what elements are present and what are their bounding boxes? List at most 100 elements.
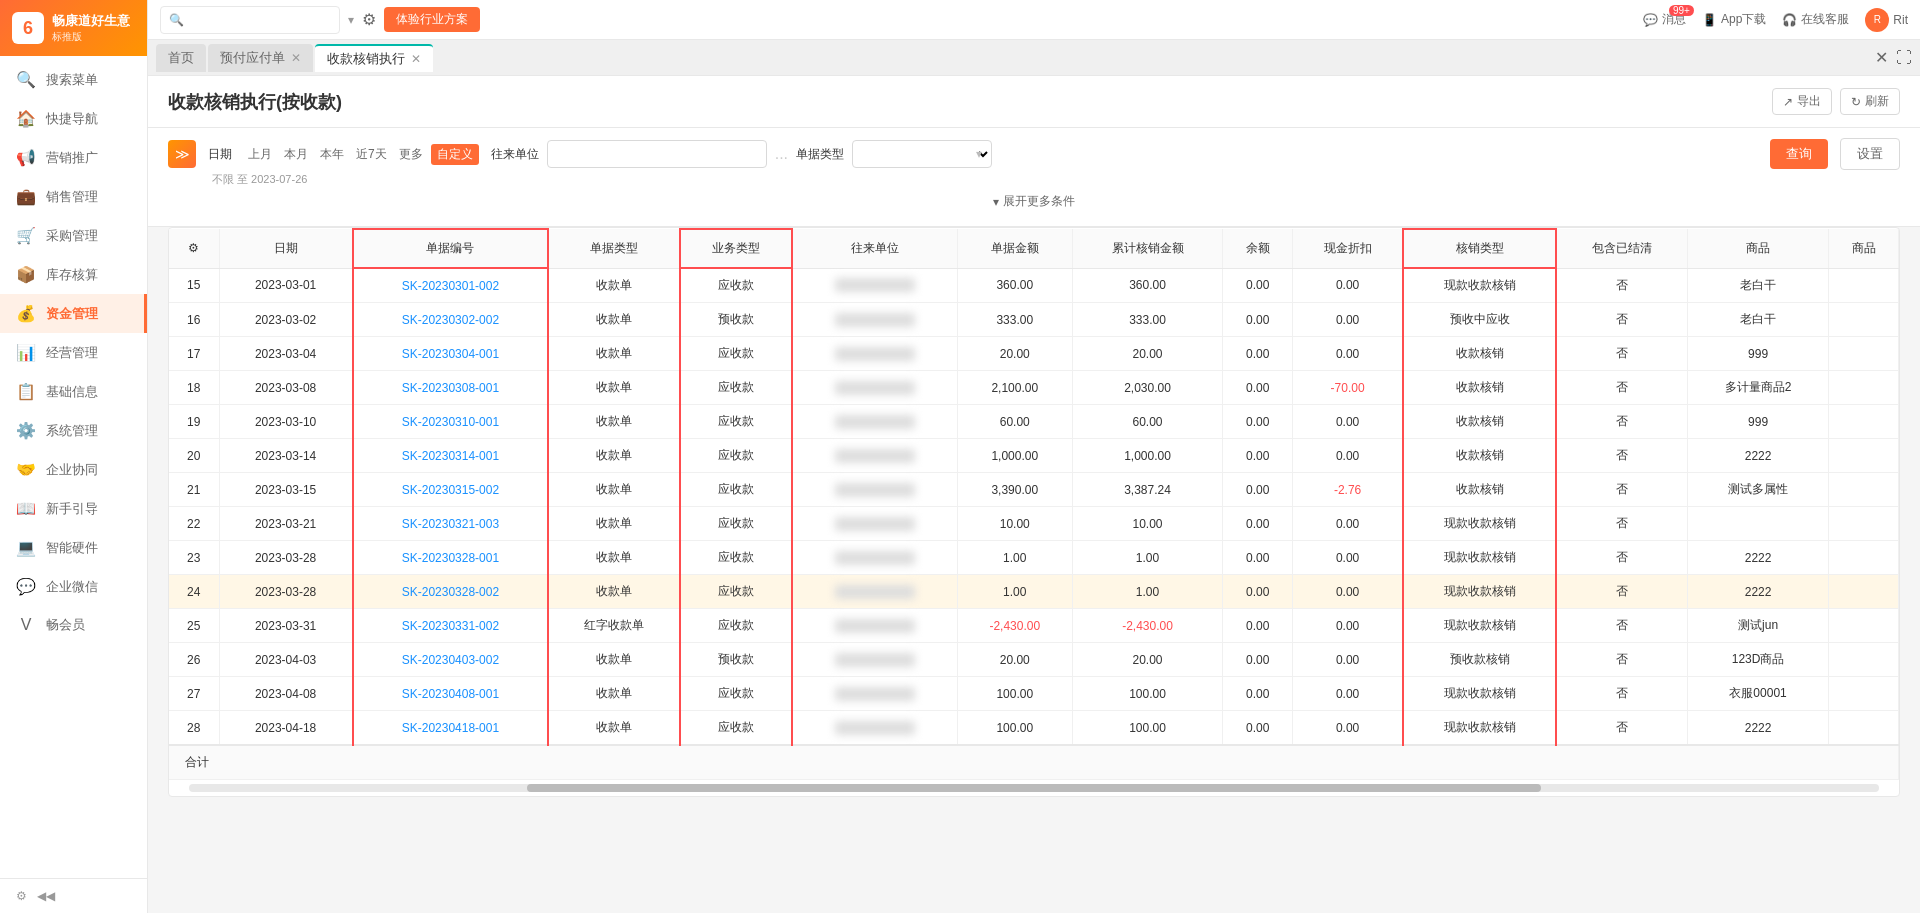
- sidebar-item-member[interactable]: V畅会员: [0, 606, 147, 644]
- refresh-btn[interactable]: ↻ 刷新: [1840, 88, 1900, 115]
- export-icon: ↗: [1783, 95, 1793, 109]
- topbar-gear-icon[interactable]: ⚙: [362, 10, 376, 29]
- hardware-icon: 💻: [16, 538, 36, 557]
- query-btn[interactable]: 查询: [1770, 139, 1828, 169]
- bill-no-link[interactable]: SK-20230314-001: [402, 449, 499, 463]
- table-scrollbar[interactable]: [189, 784, 1879, 792]
- date-btn-7days[interactable]: 近7天: [352, 144, 391, 165]
- cell-accumulated: 100.00: [1072, 677, 1223, 711]
- sidebar-item-sales[interactable]: 💼销售管理: [0, 177, 147, 216]
- shortcut-icon: 🏠: [16, 109, 36, 128]
- basic-icon: 📋: [16, 382, 36, 401]
- col-header-partner: 往来单位: [792, 229, 957, 268]
- cell-goods2: [1829, 303, 1899, 337]
- settings-icon[interactable]: ⚙: [16, 889, 27, 903]
- cell-bill-type: 收款单: [548, 303, 680, 337]
- cell-biz-type: 应收款: [680, 541, 792, 575]
- bill-no-link[interactable]: SK-20230321-003: [402, 517, 499, 531]
- cell-cancel-type: 收款核销: [1403, 371, 1555, 405]
- cell-balance: 0.00: [1223, 507, 1292, 541]
- cell-include-settled: 否: [1556, 575, 1687, 609]
- sidebar-item-finance[interactable]: 💰资金管理: [0, 294, 147, 333]
- cell-balance: 0.00: [1223, 677, 1292, 711]
- sidebar-item-search[interactable]: 🔍搜索菜单: [0, 60, 147, 99]
- bill-no-link[interactable]: SK-20230328-002: [402, 585, 499, 599]
- tab-fullscreen-btn[interactable]: ⛶: [1896, 49, 1912, 67]
- sidebar-item-hardware[interactable]: 💻智能硬件: [0, 528, 147, 567]
- bill-no-link[interactable]: SK-20230403-002: [402, 653, 499, 667]
- bill-no-link[interactable]: SK-20230301-002: [402, 279, 499, 293]
- cell-date: 2023-03-08: [219, 371, 353, 405]
- bill-no-link[interactable]: SK-20230408-001: [402, 687, 499, 701]
- collapse-icon[interactable]: ◀◀: [37, 889, 55, 903]
- date-btn-last-month[interactable]: 上月: [244, 144, 276, 165]
- bill-type-select[interactable]: [852, 140, 992, 168]
- app-download-item[interactable]: 📱 App下载: [1702, 11, 1766, 28]
- settings-filter-btn[interactable]: 设置: [1840, 138, 1900, 170]
- cell-amount: 2,100.00: [957, 371, 1072, 405]
- sidebar-bottom[interactable]: ⚙ ◀◀: [0, 878, 147, 913]
- industry-btn[interactable]: 体验行业方案: [384, 7, 480, 32]
- tab-prepay-label: 预付应付单: [220, 49, 285, 67]
- export-btn[interactable]: ↗ 导出: [1772, 88, 1832, 115]
- sidebar-item-inventory[interactable]: 📦库存核算: [0, 255, 147, 294]
- topbar-dropdown-icon[interactable]: ▾: [348, 13, 354, 27]
- sidebar-item-wechat[interactable]: 💬企业微信: [0, 567, 147, 606]
- expand-btn[interactable]: ▾ 展开更多条件: [993, 193, 1075, 210]
- cell-amount: 20.00: [957, 337, 1072, 371]
- date-btn-this-year[interactable]: 本年: [316, 144, 348, 165]
- bill-no-link[interactable]: SK-20230302-002: [402, 313, 499, 327]
- bill-no-link[interactable]: SK-20230315-002: [402, 483, 499, 497]
- col-header-cancel-type: 核销类型: [1403, 229, 1555, 268]
- sidebar-item-enterprise[interactable]: 🤝企业协同: [0, 450, 147, 489]
- online-service-item[interactable]: 🎧 在线客服: [1782, 11, 1849, 28]
- date-quick-btns: 上月 本月 本年 近7天 更多 自定义: [244, 144, 479, 165]
- cell-date: 2023-03-31: [219, 609, 353, 643]
- user-item[interactable]: R Rit: [1865, 8, 1908, 32]
- cell-no: 23: [169, 541, 219, 575]
- cell-balance: 0.00: [1223, 268, 1292, 303]
- filter-toggle-btn[interactable]: ≫: [168, 140, 196, 168]
- sidebar-item-shortcut[interactable]: 🏠快捷导航: [0, 99, 147, 138]
- cell-cash-discount: 0.00: [1292, 609, 1403, 643]
- bill-no-link[interactable]: SK-20230331-002: [402, 619, 499, 633]
- bill-no-link[interactable]: SK-20230304-001: [402, 347, 499, 361]
- sidebar-item-system[interactable]: ⚙️系统管理: [0, 411, 147, 450]
- col-header-settings[interactable]: ⚙: [169, 229, 219, 268]
- cell-amount: 333.00: [957, 303, 1072, 337]
- sidebar: 6 畅康道好生意 标推版 🔍搜索菜单🏠快捷导航📢营销推广💼销售管理🛒采购管理📦库…: [0, 0, 148, 913]
- col-header-bill-no: 单据编号: [353, 229, 549, 268]
- col-settings-icon[interactable]: ⚙: [188, 241, 199, 255]
- sidebar-item-purchase[interactable]: 🛒采购管理: [0, 216, 147, 255]
- bill-no-link[interactable]: SK-20230310-001: [402, 415, 499, 429]
- date-filter-label: 日期: [208, 146, 232, 163]
- sidebar-item-guide[interactable]: 📖新手引导: [0, 489, 147, 528]
- topbar-search[interactable]: 🔍: [160, 6, 340, 34]
- bill-no-link[interactable]: SK-20230328-001: [402, 551, 499, 565]
- bill-no-link[interactable]: SK-20230308-001: [402, 381, 499, 395]
- tab-prepay[interactable]: 预付应付单 ✕: [208, 44, 313, 72]
- cell-bill-no: SK-20230315-002: [353, 473, 549, 507]
- sidebar-item-operations[interactable]: 📊经营管理: [0, 333, 147, 372]
- partner-filter-input[interactable]: [547, 140, 767, 168]
- cell-goods: 老白干: [1687, 303, 1829, 337]
- date-btn-more[interactable]: 更多: [395, 144, 427, 165]
- tab-close-all-btn[interactable]: ✕: [1875, 48, 1888, 67]
- sidebar-label-wechat: 企业微信: [46, 578, 98, 596]
- cell-cash-discount: 0.00: [1292, 439, 1403, 473]
- expand-row: ▾ 展开更多条件: [168, 187, 1900, 216]
- cell-goods: 多计量商品2: [1687, 371, 1829, 405]
- tab-prepay-close[interactable]: ✕: [291, 51, 301, 65]
- notification-item[interactable]: 💬 消息 99+: [1643, 11, 1686, 28]
- tab-receipts[interactable]: 收款核销执行 ✕: [315, 44, 433, 72]
- sidebar-item-basic[interactable]: 📋基础信息: [0, 372, 147, 411]
- tab-receipts-close[interactable]: ✕: [411, 52, 421, 66]
- tab-home[interactable]: 首页: [156, 44, 206, 72]
- date-btn-this-month[interactable]: 本月: [280, 144, 312, 165]
- bill-no-link[interactable]: SK-20230418-001: [402, 721, 499, 735]
- sidebar-label-sales: 销售管理: [46, 188, 98, 206]
- date-btn-custom[interactable]: 自定义: [431, 144, 479, 165]
- sidebar-item-marketing[interactable]: 📢营销推广: [0, 138, 147, 177]
- cell-no: 28: [169, 711, 219, 746]
- main-area: 🔍 ▾ ⚙ 体验行业方案 💬 消息 99+ 📱 App下载 🎧 在线客服 R R…: [148, 0, 1920, 913]
